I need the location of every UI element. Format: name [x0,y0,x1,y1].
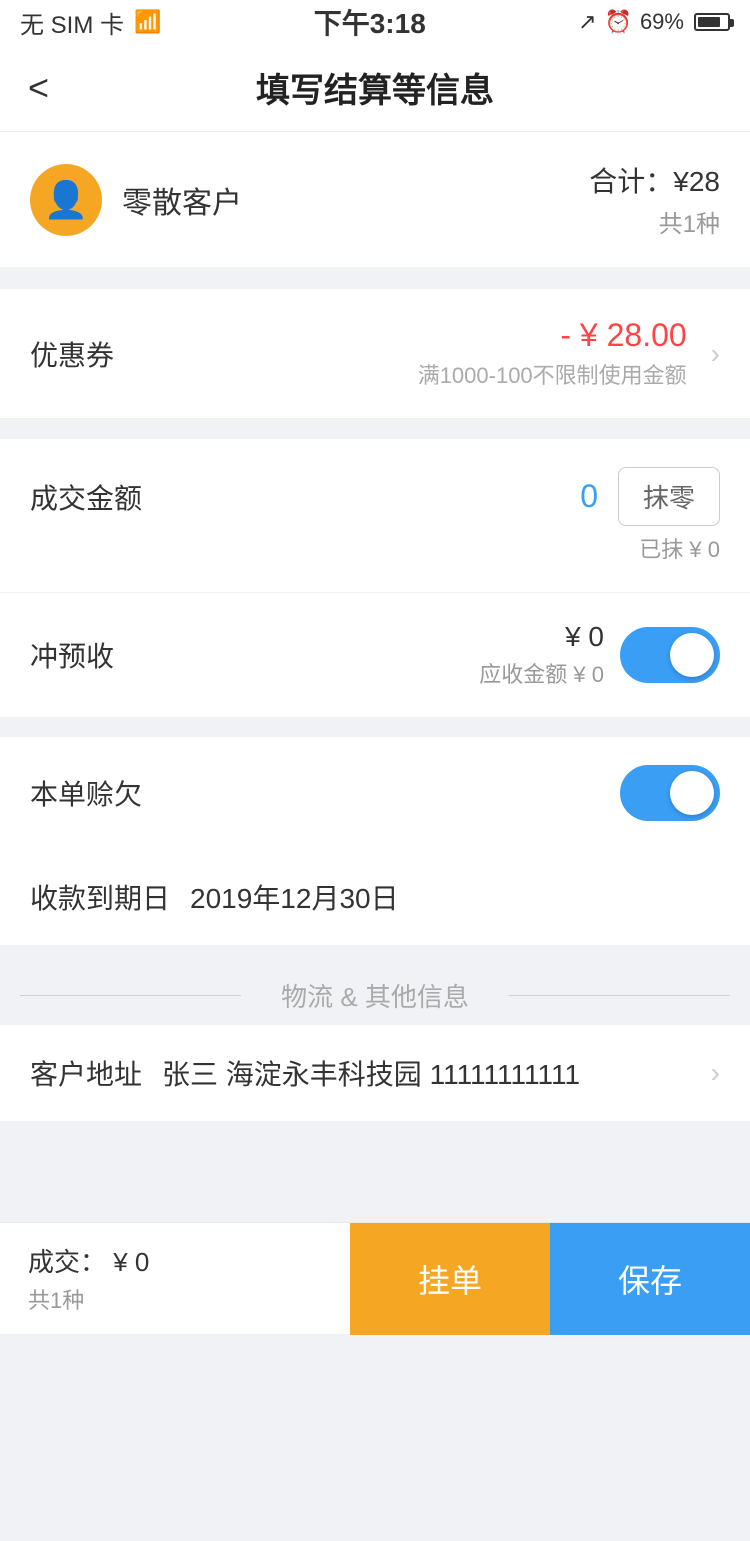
customer-left: 👤 零散客户 [30,164,242,236]
person-icon: 👤 [44,179,89,221]
coupon-row[interactable]: 优惠券 - ¥ 28.00 满1000-100不限制使用金额 › [0,289,750,419]
prereceive-sub: 应收金额 ¥ 0 [479,657,604,689]
section-divider-2 [0,419,750,439]
prereceive-amount: ¥ 0 应收金额 ¥ 0 [479,621,604,689]
address-section[interactable]: 客户地址 张三 海淀永丰科技园 11111111111 › [0,1025,750,1121]
save-button[interactable]: 保存 [550,1223,750,1335]
customer-right: 合计：¥28 共1种 [589,160,720,239]
coupon-value-area: - ¥ 28.00 满1000-100不限制使用金额 [418,317,687,390]
debt-section: 本单赊欠 [0,737,750,849]
due-date-section[interactable]: 收款到期日 2019年12月30日 [0,849,750,945]
deal-amount-value[interactable]: 0 [580,478,598,515]
bottom-count: 共1种 [28,1283,322,1315]
due-date-label: 收款到期日 [30,877,170,917]
customer-name: 零散客户 [122,178,242,222]
status-time: 下午3:18 [314,2,426,42]
status-right: ↗ ⏰ 69% [578,9,730,35]
address-chevron-icon: › [711,1057,720,1089]
bottom-bar: 成交： ¥ 0 共1种 挂单 保存 [0,1222,750,1334]
chevron-right-icon: › [711,338,720,370]
logistics-divider: 物流 & 其他信息 [0,965,750,1025]
prereceive-toggle[interactable] [620,627,720,683]
prereceive-label: 冲预收 [30,635,114,675]
prereceive-section: 冲预收 ¥ 0 应收金额 ¥ 0 [0,593,750,717]
customer-avatar: 👤 [30,164,102,236]
logistics-label: 物流 & 其他信息 [281,977,469,1014]
toggle-knob [670,633,714,677]
bottom-deal-label: 成交： [28,1247,106,1277]
coupon-label: 优惠券 [30,334,114,374]
due-date-value: 2019年12月30日 [190,877,399,917]
deal-amount-section: 成交金额 0 抹零 已抹 ¥ 0 [0,439,750,593]
save-label: 保存 [618,1256,682,1302]
battery-icon [694,13,730,31]
coupon-discount: - ¥ 28.00 [418,317,687,354]
page-title: 填写结算等信息 [256,63,494,112]
customer-section: 👤 零散客户 合计：¥28 共1种 [0,132,750,267]
section-divider-1 [0,269,750,289]
customer-total: 合计：¥28 [589,160,720,200]
bottom-deal-amount: ¥ 0 [113,1247,149,1277]
debt-toggle[interactable] [620,765,720,821]
prereceive-row: 冲预收 ¥ 0 应收金额 ¥ 0 [30,621,720,689]
alarm-icon: ⏰ [605,9,632,35]
hold-order-label: 挂单 [418,1256,482,1302]
location-icon: ↗ [578,9,596,35]
status-bar: 无 SIM 卡 📶 下午3:18 ↗ ⏰ 69% [0,0,750,44]
wifi-icon: 📶 [134,9,161,35]
hold-order-button[interactable]: 挂单 [350,1223,550,1335]
deal-amount-sub: 已抹 ¥ 0 [30,532,720,564]
deal-amount-label: 成交金额 [30,477,142,517]
debt-toggle-knob [670,771,714,815]
coupon-right: - ¥ 28.00 满1000-100不限制使用金额 › [418,317,720,390]
bottom-deal: 成交： ¥ 0 [28,1242,322,1279]
amount-right: 0 抹零 [580,467,720,526]
nav-bar: < 填写结算等信息 [0,44,750,132]
prereceive-val: ¥ 0 [479,621,604,653]
coupon-description: 满1000-100不限制使用金额 [418,358,687,390]
bottom-info: 成交： ¥ 0 共1种 [0,1242,350,1315]
round-down-button[interactable]: 抹零 [618,467,720,526]
address-value: 张三 海淀永丰科技园 11111111111 [162,1053,703,1093]
amount-row: 成交金额 0 抹零 [30,467,720,526]
customer-count: 共1种 [589,204,720,239]
prereceive-right: ¥ 0 应收金额 ¥ 0 [479,621,720,689]
debt-label: 本单赊欠 [30,773,142,813]
carrier-label: 无 SIM 卡 [20,5,124,40]
battery-percent: 69% [640,9,684,35]
section-divider-4 [0,945,750,965]
address-label: 客户地址 [30,1053,142,1093]
section-divider-3 [0,717,750,737]
status-left: 无 SIM 卡 📶 [20,5,161,40]
back-button[interactable]: < [28,67,49,109]
